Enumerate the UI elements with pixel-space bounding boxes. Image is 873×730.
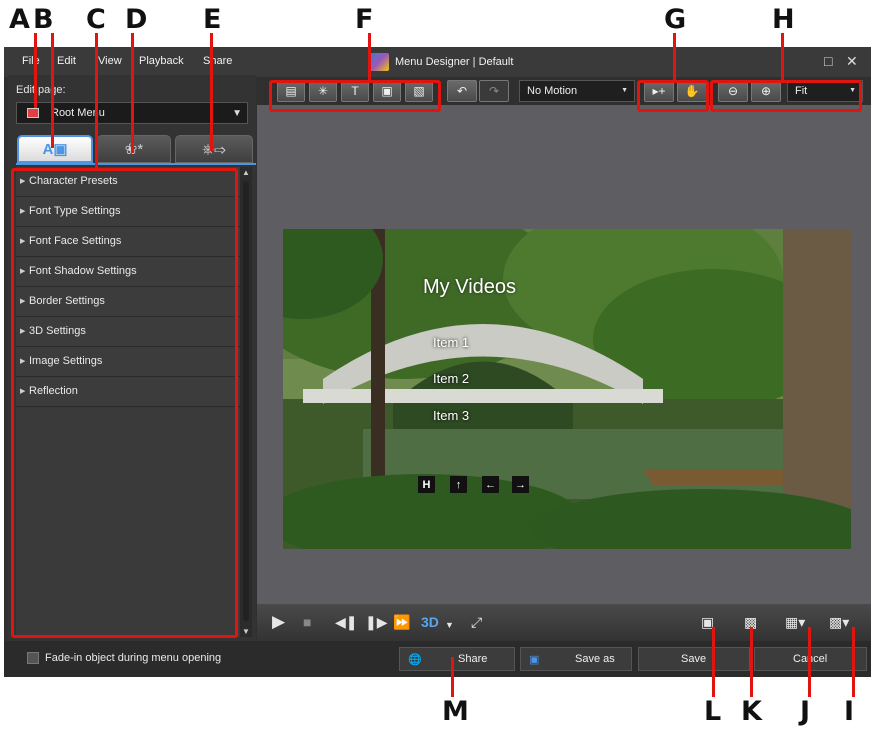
- close-icon[interactable]: ✕: [846, 53, 858, 69]
- callout-a: A: [9, 4, 30, 35]
- tab-button-properties[interactable]: ⎈⇨: [175, 135, 253, 163]
- callout-m: M: [442, 696, 469, 727]
- motion-dropdown[interactable]: No Motion ▼: [519, 80, 635, 102]
- bottom-action-bar: Fade-in object during menu opening 🌐 Sha…: [4, 641, 871, 677]
- callout-l: L: [704, 696, 722, 727]
- callout-c: C: [86, 4, 106, 35]
- text-properties-icon: A▣: [42, 141, 68, 158]
- disk-icon: ▣: [529, 654, 540, 666]
- callout-j: J: [800, 696, 811, 727]
- save-as-button[interactable]: ▣ Save as: [520, 647, 632, 671]
- designer-canvas: My Videos Item 1 Item 2 Item 3 H ↑ ← →: [257, 105, 871, 645]
- button-properties-icon: ⎈⇨: [201, 140, 226, 158]
- tab-underline: [16, 163, 256, 165]
- pointer-line-b: [51, 33, 54, 148]
- settings-scrollbar[interactable]: ▲ ▼: [240, 167, 252, 637]
- pointer-line-e: [210, 33, 213, 151]
- window-title: Menu Designer | Default: [369, 51, 513, 73]
- share-button[interactable]: 🌐 Share: [399, 647, 515, 671]
- pointer-line-f: [368, 33, 371, 80]
- pointer-line-c: [95, 33, 98, 168]
- chevron-down-icon: ▼: [232, 108, 242, 119]
- highlight-selection-tools: [637, 80, 709, 112]
- menu-title-text[interactable]: My Videos: [423, 276, 516, 299]
- title-bar: File Edit View Playback Share Menu Desig…: [4, 47, 871, 77]
- redo-button[interactable]: ↷: [479, 80, 509, 102]
- undo-icon: ↶: [456, 84, 468, 98]
- pointer-line-g: [673, 33, 676, 80]
- scroll-thumb[interactable]: [243, 181, 249, 621]
- pointer-line-j: [808, 627, 811, 697]
- previous-frame-icon[interactable]: ◀❚: [335, 613, 358, 631]
- pointer-line-m: [451, 657, 454, 697]
- snap-to-grid-icon[interactable]: ▩▾: [829, 613, 849, 631]
- scroll-up-icon[interactable]: ▲: [242, 168, 250, 177]
- callout-k: K: [741, 696, 762, 727]
- pointer-line-i: [852, 627, 855, 697]
- next-frame-icon[interactable]: ❚▶: [365, 613, 388, 631]
- fade-in-checkbox[interactable]: [27, 652, 39, 664]
- menu-item-3[interactable]: Item 3: [433, 408, 469, 423]
- chevron-down-icon: ▼: [621, 87, 628, 94]
- align-objects-icon[interactable]: ▦▾: [785, 613, 805, 631]
- callout-i: I: [844, 696, 855, 727]
- callout-h: H: [772, 4, 795, 35]
- up-nav-button[interactable]: ↑: [450, 476, 467, 493]
- fast-forward-icon[interactable]: ⏩: [393, 613, 410, 631]
- menu-playback[interactable]: Playback: [139, 55, 184, 67]
- menu-page-icon: [27, 108, 39, 118]
- menu-share[interactable]: Share: [203, 55, 232, 67]
- scroll-down-icon[interactable]: ▼: [242, 627, 250, 636]
- playback-controls: ▶ ■ ◀❚ ❚▶ ⏩ 3D ▼ ⤢ ▣ ▩ ▦▾ ▩▾: [257, 604, 871, 641]
- menu-view[interactable]: View: [98, 55, 122, 67]
- window-title-text: Menu Designer | Default: [395, 56, 514, 68]
- chevron-down-icon[interactable]: ▼: [445, 616, 454, 634]
- motion-value: No Motion: [527, 85, 578, 97]
- undo-button[interactable]: ↶: [447, 80, 477, 102]
- 3d-mode-button[interactable]: 3D: [421, 613, 439, 631]
- app-logo-icon: [369, 53, 389, 71]
- highlight-zoom-tools: [710, 80, 862, 112]
- save-as-label: Save as: [575, 653, 615, 665]
- previous-nav-button[interactable]: ←: [482, 476, 499, 493]
- tab-particle-effects[interactable]: ❀*: [97, 135, 171, 163]
- save-label: Save: [681, 653, 707, 665]
- menu-item-1[interactable]: Item 1: [433, 335, 469, 350]
- tab-text-properties[interactable]: A▣: [17, 135, 93, 163]
- pointer-line-k: [750, 627, 753, 697]
- highlight-settings-panel: [11, 168, 238, 638]
- redo-icon: ↷: [488, 84, 500, 98]
- callout-d: D: [125, 4, 148, 35]
- callout-f: F: [355, 4, 374, 35]
- menu-edit[interactable]: Edit: [57, 55, 76, 67]
- particle-effects-icon: ❀*: [124, 141, 144, 158]
- menu-background-image: [283, 229, 851, 549]
- highlight-object-tools: [269, 80, 441, 112]
- play-icon[interactable]: ▶: [272, 613, 285, 631]
- menu-file[interactable]: File: [22, 55, 40, 67]
- share-label: Share: [458, 653, 488, 665]
- pointer-line-l: [712, 627, 715, 697]
- callout-b: B: [33, 4, 54, 35]
- pointer-line-d: [131, 33, 134, 153]
- menu-preview[interactable]: My Videos Item 1 Item 2 Item 3 H ↑ ← →: [283, 229, 851, 549]
- home-nav-button[interactable]: H: [418, 476, 435, 493]
- pointer-line-h: [781, 33, 784, 80]
- maximize-icon[interactable]: □: [824, 53, 832, 69]
- callout-g: G: [664, 4, 687, 35]
- next-nav-button[interactable]: →: [512, 476, 529, 493]
- pointer-line-a: [34, 33, 37, 108]
- fullscreen-icon[interactable]: ⤢: [471, 613, 482, 631]
- stop-icon[interactable]: ■: [303, 613, 311, 631]
- fade-in-label: Fade-in object during menu opening: [45, 652, 222, 664]
- menu-item-2[interactable]: Item 2: [433, 371, 469, 386]
- callout-e: E: [203, 4, 222, 35]
- edit-page-label: Edit page:: [16, 84, 66, 96]
- save-button[interactable]: Save: [638, 647, 750, 671]
- globe-icon: 🌐: [408, 654, 422, 666]
